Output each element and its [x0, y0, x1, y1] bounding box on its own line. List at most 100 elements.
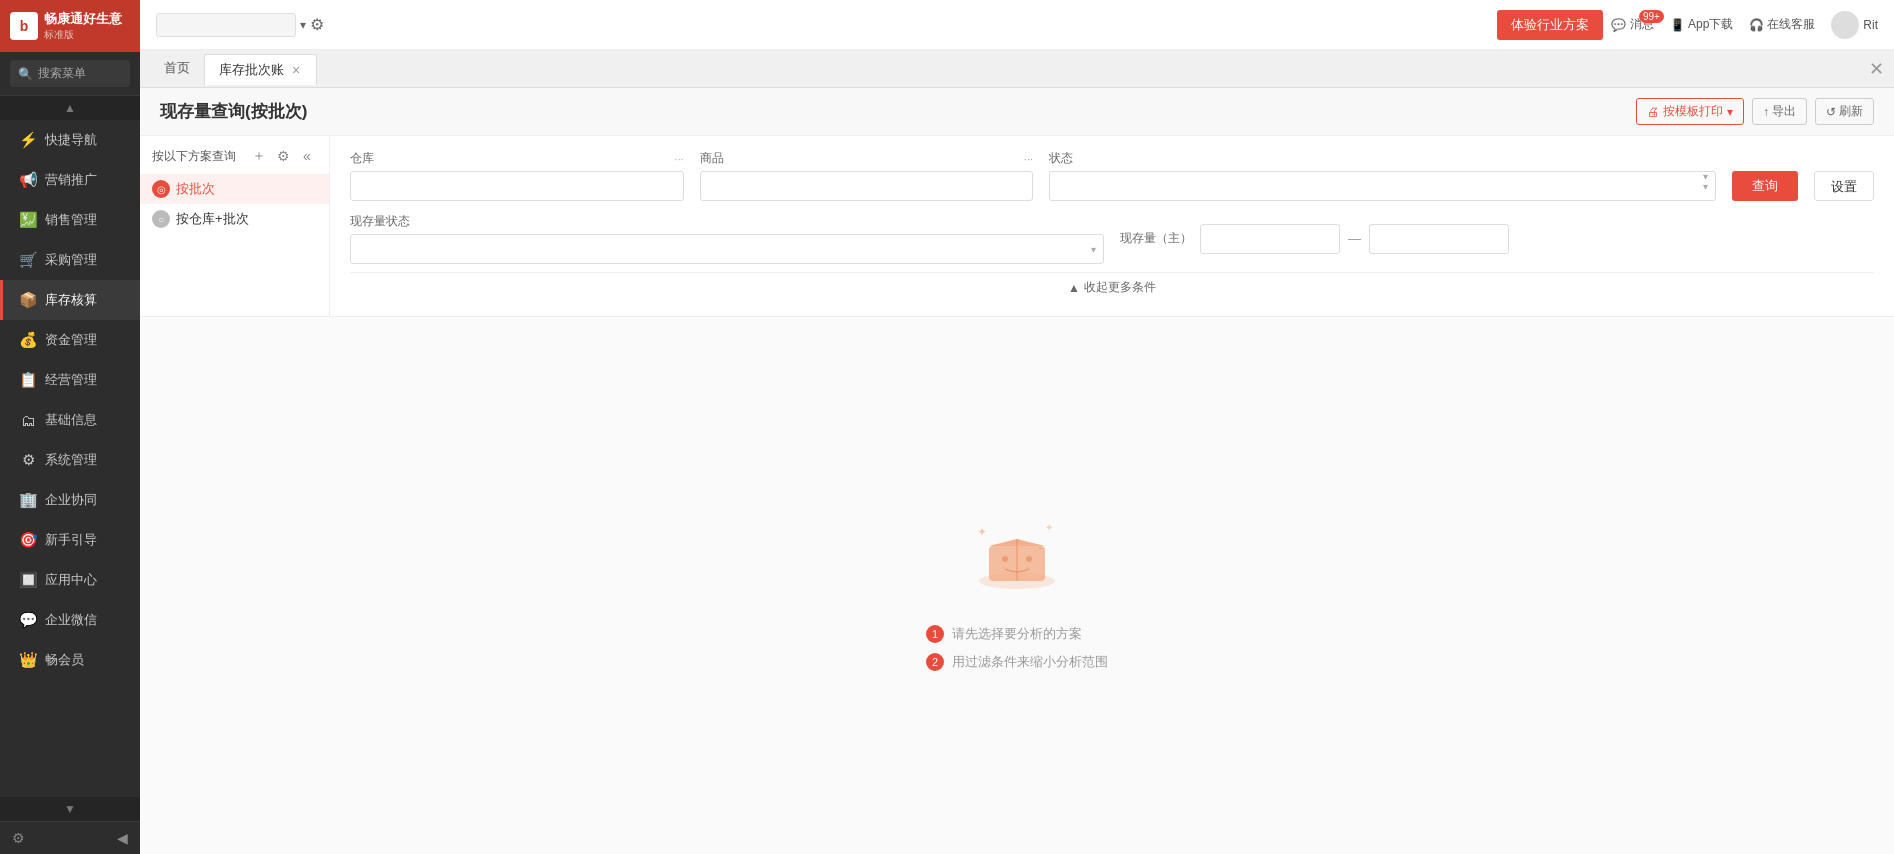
tab-close-button[interactable]: × — [290, 63, 302, 77]
topbar-dropdown-button[interactable]: ▾ — [300, 18, 306, 32]
refresh-button[interactable]: ↺ 刷新 — [1815, 98, 1874, 125]
collapse-panel-button[interactable]: « — [297, 146, 317, 166]
app-download-button[interactable]: 📱 App下载 — [1670, 16, 1733, 33]
sidebar-item-label: 系统管理 — [45, 451, 97, 469]
topbar-search-area: ▾ ⚙ — [156, 13, 1489, 37]
app-logo: b — [10, 12, 38, 40]
svg-text:✦: ✦ — [1037, 544, 1044, 553]
shortcuts-icon: ⚡ — [19, 131, 37, 149]
sidebar-item-newbie[interactable]: 🎯 新手引导 — [0, 520, 140, 560]
sidebar-scroll-down[interactable]: ▼ — [0, 797, 140, 821]
sidebar-item-purchase[interactable]: 🛒 采购管理 — [0, 240, 140, 280]
sidebar-item-label: 畅会员 — [45, 651, 84, 669]
messages-badge: 99+ — [1639, 10, 1664, 23]
empty-state: ✦ ✦ ✦ 1 请先选择要分析的方案 2 用过滤条件来缩小分析范围 — [140, 317, 1894, 854]
export-label: 导出 — [1772, 103, 1796, 120]
status-field: 状态 正常 停用 — [1049, 150, 1716, 201]
search-menu-button[interactable]: 🔍 搜索菜单 — [10, 60, 130, 87]
sidebar-item-operations[interactable]: 📋 经营管理 — [0, 360, 140, 400]
export-button[interactable]: ↑ 导出 — [1752, 98, 1807, 125]
stock-qty-max-input[interactable] — [1369, 224, 1509, 254]
tabbar: 首页 库存批次账 × ✕ — [140, 50, 1894, 88]
sidebar-item-members[interactable]: 👑 畅会员 — [0, 640, 140, 680]
scheme-label: 按批次 — [176, 180, 215, 198]
refresh-label: 刷新 — [1839, 103, 1863, 120]
tab-label: 库存批次账 — [219, 61, 284, 79]
brand-sub: 标准版 — [44, 28, 122, 42]
sidebar: b 畅康通好生意 标准版 🔍 搜索菜单 ▲ ⚡ 快捷导航 📢 营销推广 💹 销售… — [0, 0, 140, 854]
sidebar-item-basic[interactable]: 🗂 基础信息 — [0, 400, 140, 440]
topbar: ▾ ⚙ 体验行业方案 💬 消息 99+ 📱 App下载 🎧 在线客服 Rit — [140, 0, 1894, 50]
user-menu[interactable]: Rit — [1831, 11, 1878, 39]
sidebar-item-apps[interactable]: 🔲 应用中心 — [0, 560, 140, 600]
finance-icon: 💰 — [19, 331, 37, 349]
step-num-1: 1 — [926, 625, 944, 643]
product-input[interactable] — [700, 171, 1034, 201]
warehouse-input[interactable] — [350, 171, 684, 201]
gear-icon: ⚙ — [310, 16, 324, 33]
sidebar-item-wechat[interactable]: 💬 企业微信 — [0, 600, 140, 640]
warehouse-label-text: 仓库 — [350, 150, 374, 167]
stock-qty-min-input[interactable] — [1200, 224, 1340, 254]
app-download-label: App下载 — [1688, 16, 1733, 33]
left-panel-actions: ＋ ⚙ « — [249, 146, 317, 166]
online-service-button[interactable]: 🎧 在线客服 — [1749, 16, 1815, 33]
trial-button[interactable]: 体验行业方案 — [1497, 10, 1603, 40]
status-select[interactable]: 正常 停用 — [1049, 171, 1716, 201]
sidebar-item-shortcuts[interactable]: ⚡ 快捷导航 — [0, 120, 140, 160]
tab-home[interactable]: 首页 — [150, 53, 204, 85]
filter-area: 按以下方案查询 ＋ ⚙ « ◎ 按批次 ○ 按仓库+批次 — [140, 136, 1894, 317]
topbar-settings-button[interactable]: ⚙ — [310, 15, 324, 34]
sidebar-footer: ⚙ ◀ — [0, 821, 140, 854]
scheme-item-warehouse-batch[interactable]: ○ 按仓库+批次 — [140, 204, 329, 234]
sidebar-item-finance[interactable]: 💰 资金管理 — [0, 320, 140, 360]
content-area: 现存量查询(按批次) 🖨 按模板打印 ▾ ↑ 导出 ↺ 刷新 — [140, 88, 1894, 854]
scheme-settings-button[interactable]: ⚙ — [273, 146, 293, 166]
product-more-icon[interactable]: ··· — [1024, 153, 1033, 165]
tab-inventory-batch[interactable]: 库存批次账 × — [204, 54, 317, 85]
template-print-button[interactable]: 🖨 按模板打印 ▾ — [1636, 98, 1744, 125]
empty-step-2: 2 用过滤条件来缩小分析范围 — [926, 653, 1108, 671]
headset-icon: 🎧 — [1749, 18, 1764, 32]
sidebar-item-label: 基础信息 — [45, 411, 97, 429]
messages-button[interactable]: 💬 消息 99+ — [1611, 16, 1654, 33]
sidebar-item-system[interactable]: ⚙ 系统管理 — [0, 440, 140, 480]
warehouse-more-icon[interactable]: ··· — [674, 153, 683, 165]
members-icon: 👑 — [19, 651, 37, 669]
template-print-label: 按模板打印 — [1663, 103, 1723, 120]
search-icon: 🔍 — [18, 67, 33, 81]
sidebar-collapse-button[interactable]: ◀ — [117, 830, 128, 846]
sidebar-item-label: 企业微信 — [45, 611, 97, 629]
product-label-text: 商品 — [700, 150, 724, 167]
scheme-item-batch[interactable]: ◎ 按批次 — [140, 174, 329, 204]
sidebar-settings-button[interactable]: ⚙ — [12, 830, 25, 846]
stock-status-select[interactable]: 有库存 无库存 全部 — [350, 234, 1104, 264]
filter-row-2: 现存量状态 有库存 无库存 全部 ▾ — [350, 213, 1874, 264]
add-scheme-button[interactable]: ＋ — [249, 146, 269, 166]
avatar — [1831, 11, 1859, 39]
enterprise-icon: 🏢 — [19, 491, 37, 509]
settings-button[interactable]: 设置 — [1814, 171, 1874, 201]
query-button[interactable]: 查询 — [1732, 171, 1798, 201]
topbar-right: 💬 消息 99+ 📱 App下载 🎧 在线客服 Rit — [1611, 11, 1878, 39]
left-panel: 按以下方案查询 ＋ ⚙ « ◎ 按批次 ○ 按仓库+批次 — [140, 136, 330, 316]
sidebar-item-enterprise[interactable]: 🏢 企业协同 — [0, 480, 140, 520]
operations-icon: 📋 — [19, 371, 37, 389]
sidebar-item-marketing[interactable]: 📢 营销推广 — [0, 160, 140, 200]
left-panel-header: 按以下方案查询 ＋ ⚙ « — [140, 146, 329, 174]
topbar-search-input[interactable] — [156, 13, 296, 37]
window-close-button[interactable]: ✕ — [1869, 58, 1884, 80]
sidebar-item-inventory[interactable]: 📦 库存核算 — [0, 280, 140, 320]
purchase-icon: 🛒 — [19, 251, 37, 269]
sidebar-item-label: 销售管理 — [45, 211, 97, 229]
collapse-filter-button[interactable]: ▲ 收起更多条件 — [350, 272, 1874, 302]
svg-point-4 — [1002, 556, 1008, 562]
sidebar-scroll-up[interactable]: ▲ — [0, 96, 140, 120]
scheme-icon-inactive: ○ — [152, 210, 170, 228]
sidebar-item-sales[interactable]: 💹 销售管理 — [0, 200, 140, 240]
page-header: 现存量查询(按批次) 🖨 按模板打印 ▾ ↑ 导出 ↺ 刷新 — [140, 88, 1894, 136]
qty-dash: — — [1348, 231, 1361, 246]
stock-status-label-text: 现存量状态 — [350, 213, 410, 230]
sidebar-item-label: 库存核算 — [45, 291, 97, 309]
sidebar-item-label: 营销推广 — [45, 171, 97, 189]
